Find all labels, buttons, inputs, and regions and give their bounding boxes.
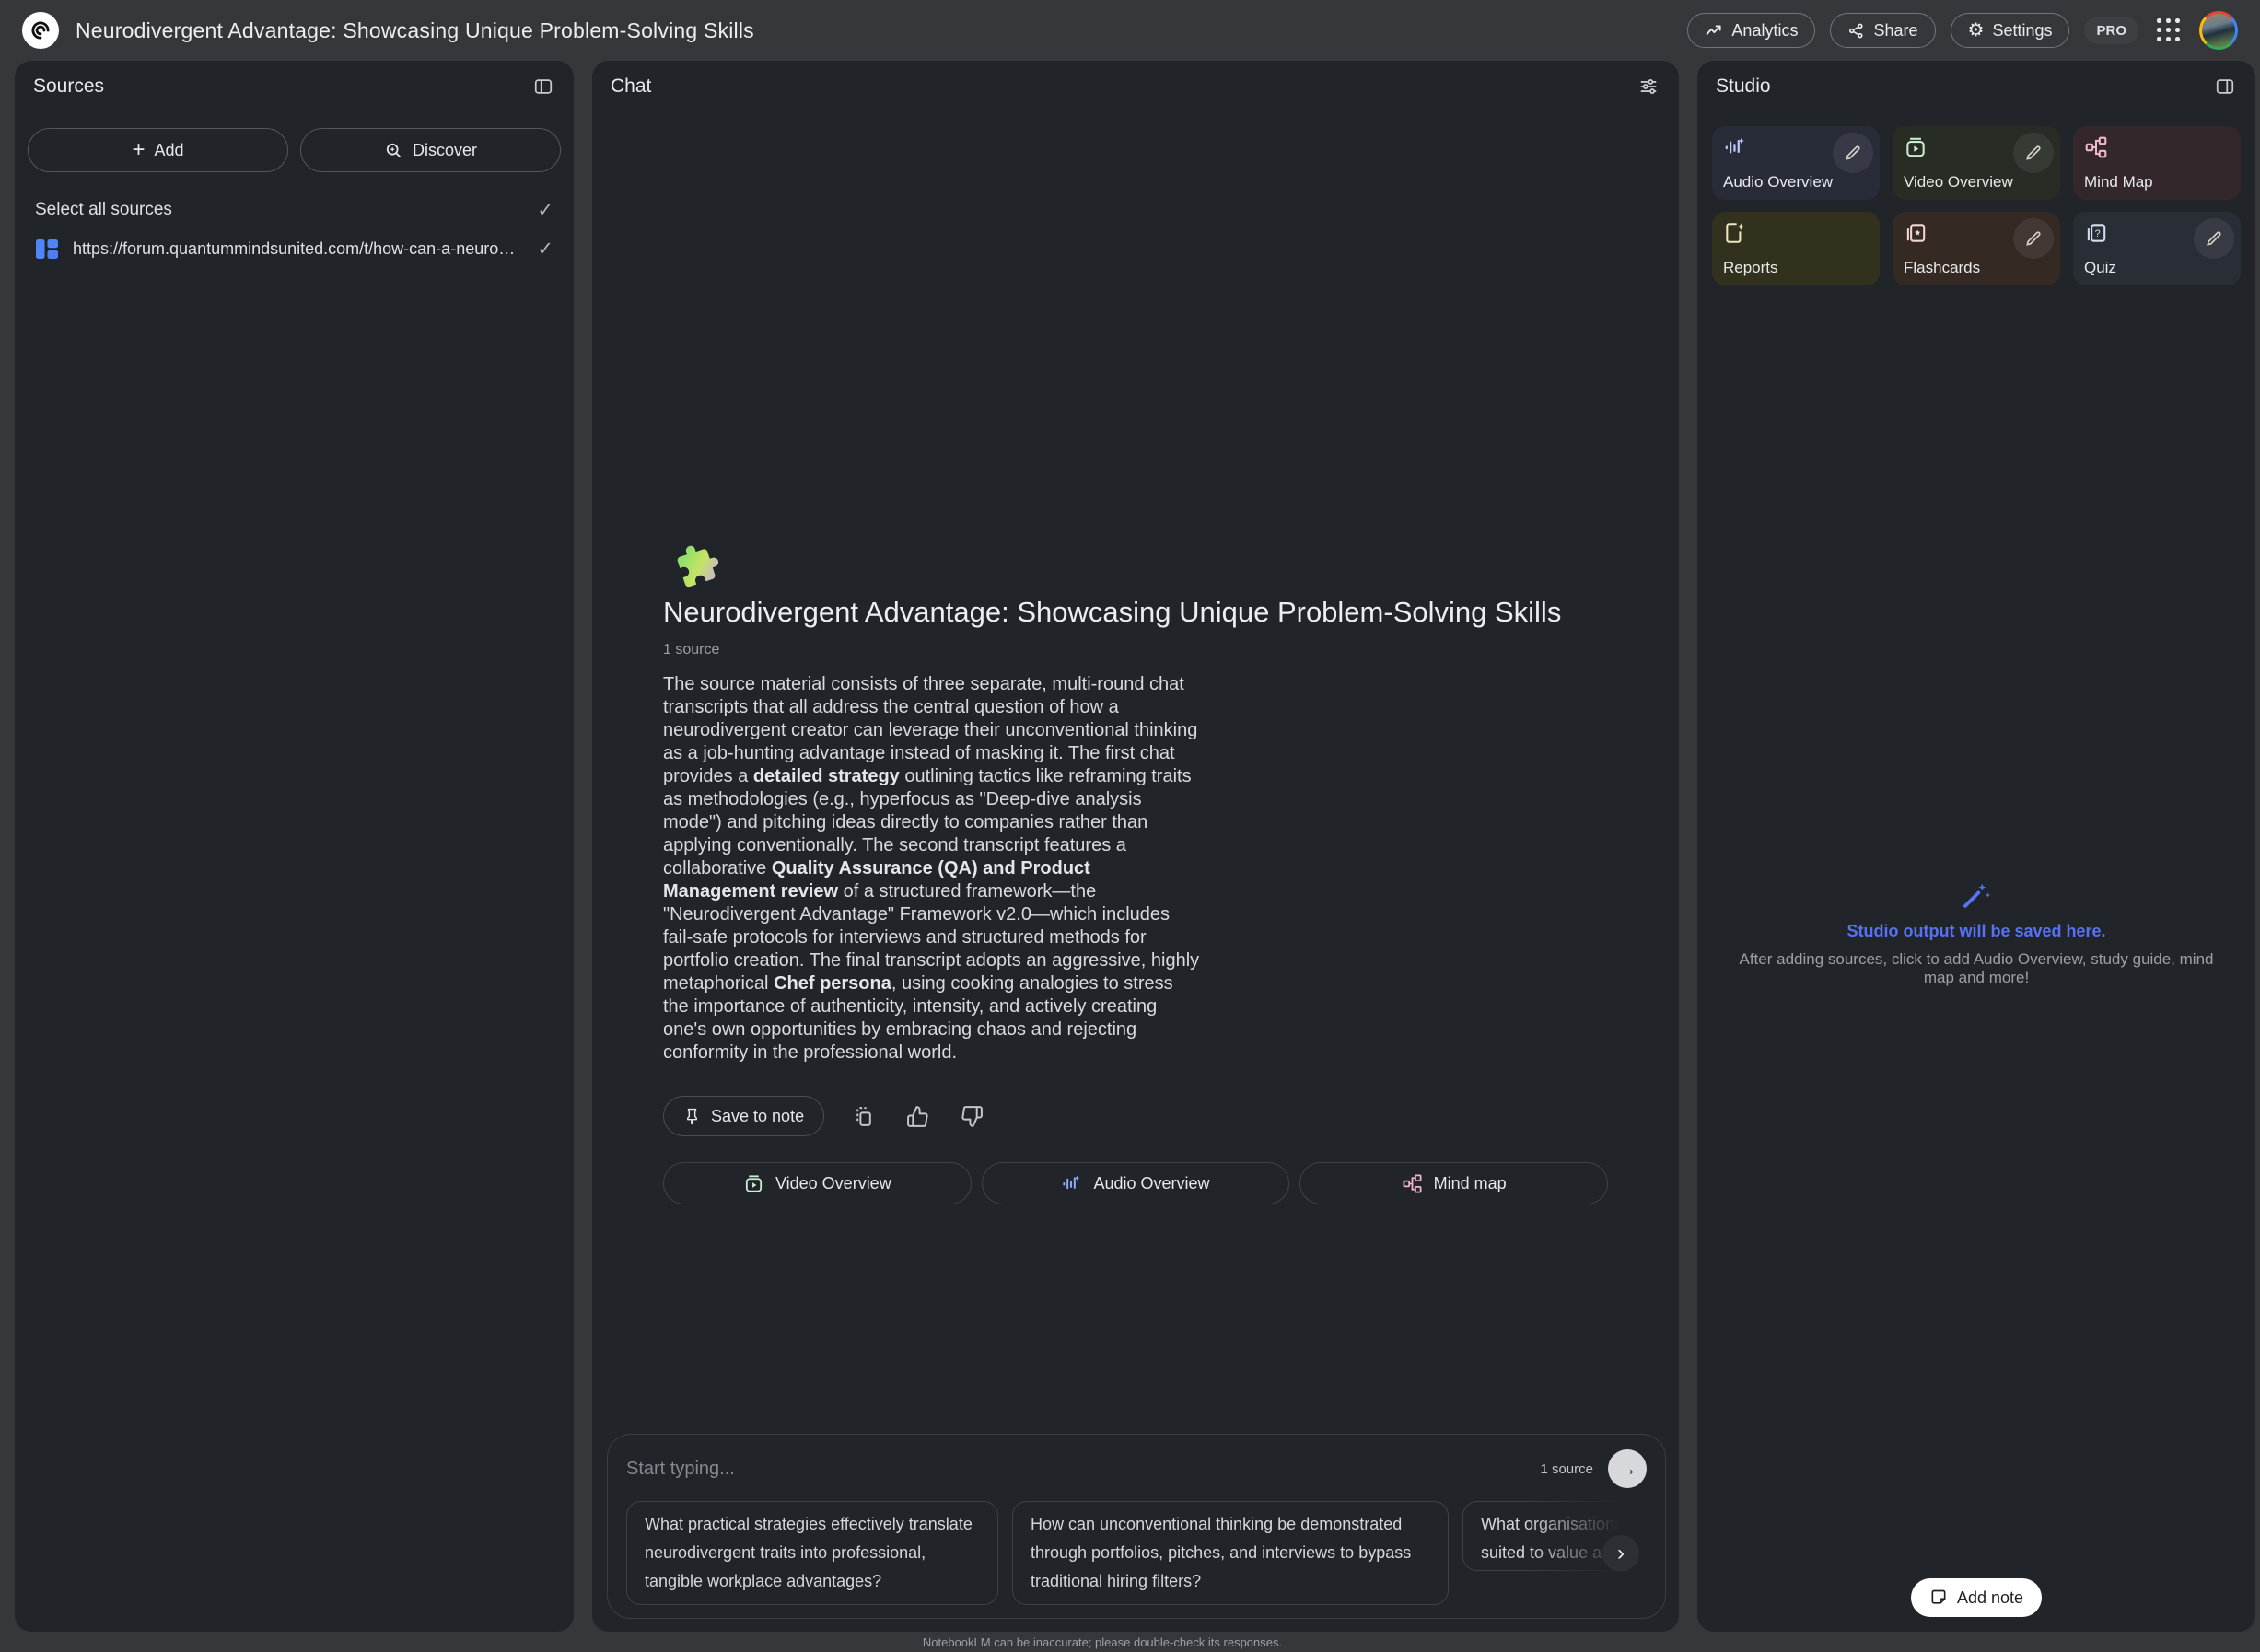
audio-overview-card[interactable]: Audio Overview [1712, 126, 1880, 200]
avatar[interactable] [2199, 11, 2238, 50]
edit-pencil-icon[interactable] [2194, 218, 2234, 259]
quiz-icon: ? [2084, 221, 2108, 245]
pro-badge: PRO [2084, 17, 2138, 44]
quiz-card[interactable]: ? Quiz [2073, 212, 2241, 285]
copy-icon[interactable] [848, 1101, 879, 1132]
flashcards-card[interactable]: Flashcards [1893, 212, 2060, 285]
svg-text:?: ? [2095, 228, 2101, 239]
mindmap-icon [2084, 135, 2108, 159]
share-button[interactable]: Share [1830, 13, 1936, 48]
thumbs-up-icon[interactable] [903, 1101, 933, 1132]
collapse-panel-icon[interactable] [531, 75, 555, 99]
suggested-questions-row: What practical strategies effectively tr… [626, 1501, 1647, 1605]
next-suggestions-button[interactable]: › [1602, 1534, 1639, 1572]
settings-button[interactable]: ⚙ Settings [1950, 13, 2070, 48]
pin-icon [683, 1108, 701, 1125]
studio-card-grid: Audio Overview Video Overview Mind Map R… [1697, 111, 2255, 285]
chevron-right-icon: › [1617, 1540, 1625, 1565]
suggested-question-chip[interactable]: How can unconventional thinking be demon… [1012, 1501, 1449, 1605]
disclaimer-text: NotebookLM can be inaccurate; please dou… [922, 1635, 1283, 1649]
chat-settings-sliders-icon[interactable] [1637, 75, 1660, 99]
suggested-question-chip[interactable]: What practical strategies effectively tr… [626, 1501, 998, 1605]
waveform-icon [1061, 1173, 1082, 1194]
analytics-button[interactable]: Analytics [1687, 13, 1816, 48]
input-source-count: 1 source [1540, 1460, 1593, 1477]
discover-sources-button[interactable]: Discover [300, 128, 561, 172]
sources-panel-title: Sources [33, 76, 105, 97]
studio-empty-state: Studio output will be saved here. After … [1697, 285, 2255, 1578]
add-source-button[interactable]: + Add [28, 128, 288, 172]
analytics-icon [1705, 21, 1723, 40]
thumbs-down-icon[interactable] [957, 1101, 987, 1132]
share-icon [1847, 22, 1865, 40]
discover-search-icon [384, 141, 403, 160]
gear-icon: ⚙ [1967, 20, 1985, 41]
send-arrow-icon: → [1617, 1457, 1637, 1480]
chat-scroll-area[interactable]: Neurodivergent Advantage: Showcasing Uni… [592, 111, 1679, 1434]
source-count-label: 1 source [663, 642, 720, 657]
edit-pencil-icon[interactable] [1833, 133, 1873, 173]
puzzle-icon [676, 542, 1608, 588]
select-all-checkbox[interactable]: ✓ [537, 201, 553, 220]
studio-empty-title: Studio output will be saved here. [1846, 921, 2106, 940]
waveform-icon [1723, 135, 1747, 159]
magic-wand-icon [1960, 878, 1993, 911]
plus-icon: + [132, 137, 146, 162]
add-note-button[interactable]: Add note [1910, 1578, 2043, 1617]
mind-map-card[interactable]: Mind Map [2073, 126, 2241, 200]
source-checkbox[interactable]: ✓ [537, 239, 553, 259]
video-icon [743, 1173, 764, 1194]
notebook-title: Neurodivergent Advantage: Showcasing Uni… [76, 17, 754, 42]
source-list-item[interactable]: https://forum.quantummindsunited.com/t/h… [15, 227, 574, 271]
google-apps-icon[interactable] [2157, 18, 2181, 42]
main-area: Sources + Add Discover Select all source… [0, 61, 2260, 1632]
web-source-icon [35, 238, 59, 260]
sources-panel: Sources + Add Discover Select all source… [15, 61, 574, 1632]
chat-input[interactable] [626, 1458, 1530, 1480]
video-overview-card[interactable]: Video Overview [1893, 126, 2060, 200]
reports-card[interactable]: Reports [1712, 212, 1880, 285]
video-icon [1904, 135, 1928, 159]
edit-pencil-icon[interactable] [2013, 218, 2054, 259]
mind-map-chip[interactable]: Mind map [1299, 1162, 1609, 1204]
chat-notebook-title: Neurodivergent Advantage: Showcasing Uni… [663, 596, 1562, 628]
notebook-summary: The source material consists of three se… [663, 674, 1200, 1063]
mindmap-icon [1402, 1173, 1423, 1194]
chat-input-container: 1 source → What practical strategies eff… [607, 1434, 1666, 1619]
video-overview-chip[interactable]: Video Overview [663, 1162, 972, 1204]
select-all-sources-row: Select all sources ✓ [15, 178, 574, 227]
save-to-note-button[interactable]: Save to note [663, 1096, 825, 1136]
studio-panel: Studio Audio Overview Video Overview Min… [1697, 61, 2255, 1632]
notebooklm-logo-icon[interactable] [22, 12, 59, 49]
flashcards-icon [1904, 221, 1928, 245]
chat-panel-title: Chat [611, 76, 652, 97]
note-icon [1929, 1588, 1948, 1607]
edit-pencil-icon[interactable] [2013, 133, 2054, 173]
top-bar: Neurodivergent Advantage: Showcasing Uni… [0, 0, 2260, 61]
report-icon [1723, 221, 1747, 245]
studio-panel-title: Studio [1716, 76, 1771, 97]
chat-panel: Chat Neurodivergent Advantage: Showcasin… [592, 61, 1679, 1632]
audio-overview-chip[interactable]: Audio Overview [981, 1162, 1290, 1204]
source-url: https://forum.quantummindsunited.com/t/h… [73, 239, 523, 258]
studio-empty-subtitle: After adding sources, click to add Audio… [1739, 949, 2214, 986]
send-button[interactable]: → [1608, 1449, 1647, 1488]
select-all-label: Select all sources [35, 200, 172, 219]
footer: NotebookLM can be inaccurate; please dou… [0, 1632, 2260, 1652]
collapse-panel-icon[interactable] [2213, 75, 2237, 99]
